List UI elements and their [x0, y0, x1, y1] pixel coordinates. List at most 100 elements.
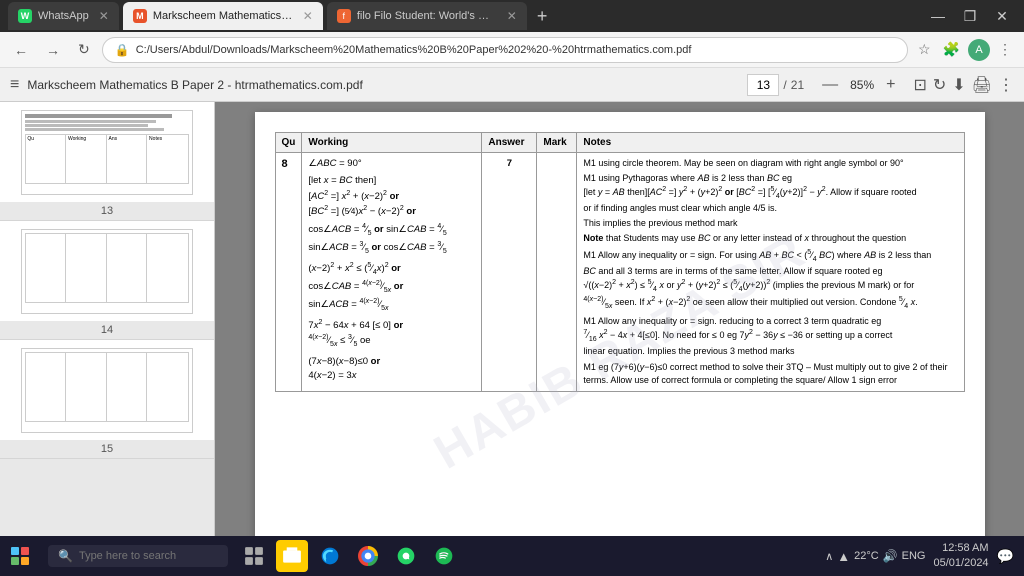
chrome-button[interactable] [352, 540, 384, 572]
col-header-answer: Answer [482, 133, 537, 153]
col-header-notes: Notes [577, 133, 964, 153]
marks-table: Qu Working Answer Mark Notes 8 ∠ABC = 90… [275, 132, 965, 392]
tab-close-filo[interactable]: ✕ [507, 9, 517, 23]
windows-icon [11, 547, 29, 565]
col-header-mark: Mark [537, 133, 577, 153]
start-button[interactable] [0, 536, 40, 576]
time-display: 12:58 AM [934, 541, 989, 556]
sidebar-page-15[interactable]: 15 [0, 340, 214, 459]
close-button[interactable]: ✕ [988, 6, 1016, 26]
cell-working: ∠ABC = 90° [let x = BC then] [AC2 =] x2 … [302, 153, 482, 392]
nav-toolbar: ← → ↻ 🔒 C:/Users/Abdul/Downloads/Marksch… [0, 32, 1024, 68]
search-icon: 🔍 [58, 549, 73, 563]
pdf-fit-button[interactable]: ⊡ [913, 75, 926, 95]
extensions-button[interactable]: 🧩 [939, 39, 964, 60]
content-area: Qu Working Ans Notes 13 [0, 102, 1024, 537]
tab-close-whatsapp[interactable]: ✕ [99, 9, 109, 23]
bookmark-button[interactable]: ☆ [914, 39, 935, 60]
pdf-print-button[interactable]: 🖨 [972, 75, 992, 95]
pdf-more-button[interactable]: ⋮ [998, 75, 1014, 95]
col-header-qu: Qu [275, 133, 302, 153]
cell-mark [537, 153, 577, 392]
system-tray: ∧ ▲ 22°C 🔊 ENG [825, 549, 925, 564]
back-button[interactable]: ← [8, 40, 34, 60]
sidebar-thumb-13: Qu Working Ans Notes [0, 102, 214, 202]
new-tab-button[interactable]: + [537, 6, 548, 27]
thumb-preview-14 [21, 229, 192, 314]
tab-favicon-filo: f [337, 9, 351, 23]
toolbar-actions: ☆ 🧩 A ⋮ [914, 39, 1016, 61]
pdf-page-input[interactable] [747, 74, 779, 96]
tab-filo[interactable]: f filo Filo Student: World's Only | ✕ [327, 2, 527, 30]
pdf-page-total: 21 [791, 78, 804, 92]
tab-close-markscheme[interactable]: ✕ [303, 9, 313, 23]
pdf-title: Markscheem Mathematics B Paper 2 - htrma… [27, 78, 362, 92]
thumb-preview-13: Qu Working Ans Notes [21, 110, 192, 195]
profile-button[interactable]: A [968, 39, 990, 61]
taskbar-app-icons [238, 540, 460, 572]
pdf-zoom-in-button[interactable]: + [886, 76, 895, 94]
clock[interactable]: 12:58 AM 05/01/2024 [934, 541, 989, 572]
taskbar-right: ∧ ▲ 22°C 🔊 ENG 12:58 AM 05/01/2024 💬 [825, 541, 1024, 572]
window-controls: — ❐ ✕ [924, 6, 1016, 26]
temp-value: 22°C [854, 550, 879, 562]
tab-favicon-whatsapp: W [18, 9, 32, 23]
wifi-icon[interactable]: ▲ [837, 549, 850, 564]
tab-label-filo: filo Filo Student: World's Only | [357, 10, 497, 22]
tab-markscheme[interactable]: M Markscheem Mathematics B Pa... ✕ [123, 2, 323, 30]
edge-button[interactable] [314, 540, 346, 572]
pdf-menu-button[interactable]: ≡ [10, 76, 19, 94]
sidebar-num-15: 15 [0, 440, 214, 458]
address-lock-icon: 🔒 [115, 43, 130, 57]
whatsapp-button[interactable] [390, 540, 422, 572]
minimize-button[interactable]: — [924, 6, 952, 26]
tab-label-markscheme: Markscheem Mathematics B Pa... [153, 10, 293, 22]
address-text: C:/Users/Abdul/Downloads/Markscheem%20Ma… [136, 44, 895, 56]
sidebar-page-14[interactable]: 14 [0, 221, 214, 340]
pdf-page-separator: / [783, 78, 786, 92]
volume-icon[interactable]: 🔊 [883, 549, 898, 563]
pdf-right-actions: ⊡ ↻ ⬇ 🖨 ⋮ [913, 75, 1014, 95]
sidebar-thumb-15 [0, 340, 214, 440]
taskbar: 🔍 ∧ ▲ 22°C 🔊 ENG [0, 536, 1024, 576]
cell-answer: 7 [482, 153, 537, 392]
sidebar-page-13[interactable]: Qu Working Ans Notes 13 [0, 102, 214, 221]
pdf-sidebar: Qu Working Ans Notes 13 [0, 102, 215, 537]
temperature-display: 22°C [854, 550, 879, 562]
title-bar: W WhatsApp ✕ M Markscheem Mathematics B … [0, 0, 1024, 32]
pdf-download-button[interactable]: ⬇ [952, 75, 965, 95]
search-input[interactable] [79, 550, 209, 562]
pdf-page-info: / 21 [747, 74, 804, 96]
forward-button[interactable]: → [40, 40, 66, 60]
pdf-page: HABIB RAZA SIR Qu Working Answer Mark No… [255, 112, 985, 537]
address-bar[interactable]: 🔒 C:/Users/Abdul/Downloads/Markscheem%20… [102, 37, 908, 63]
cell-notes: M1 using circle theorem. May be seen on … [577, 153, 964, 392]
pdf-toolbar: ≡ Markscheem Mathematics B Paper 2 - htr… [0, 68, 1024, 102]
taskbar-search[interactable]: 🔍 [48, 545, 228, 567]
reload-button[interactable]: ↻ [72, 39, 96, 60]
network-icon[interactable]: ∧ [825, 550, 833, 563]
more-button[interactable]: ⋮ [994, 39, 1016, 60]
col-header-working: Working [302, 133, 482, 153]
tab-favicon-markscheme: M [133, 9, 147, 23]
pdf-zoom-out-button[interactable]: — [822, 76, 838, 94]
sidebar-num-13: 13 [0, 202, 214, 220]
pdf-content-area[interactable]: HABIB RAZA SIR Qu Working Answer Mark No… [215, 102, 1024, 537]
notification-button[interactable]: 💬 [997, 548, 1014, 565]
sidebar-num-14: 14 [0, 321, 214, 339]
tab-whatsapp[interactable]: W WhatsApp ✕ [8, 2, 119, 30]
file-explorer-button[interactable] [276, 540, 308, 572]
table-row: 8 ∠ABC = 90° [let x = BC then] [AC2 =] x… [275, 153, 964, 392]
sidebar-thumb-14 [0, 221, 214, 321]
pdf-refresh-button[interactable]: ↻ [933, 75, 946, 95]
language-indicator[interactable]: ENG [902, 550, 926, 562]
spotify-button[interactable] [428, 540, 460, 572]
pdf-zoom-controls: — 85% + [822, 76, 895, 94]
date-display: 05/01/2024 [934, 556, 989, 571]
browser-window: W WhatsApp ✕ M Markscheem Mathematics B … [0, 0, 1024, 537]
pdf-zoom-value: 85% [842, 78, 882, 92]
tab-label-whatsapp: WhatsApp [38, 10, 89, 22]
cell-qu: 8 [275, 153, 302, 392]
taskview-button[interactable] [238, 540, 270, 572]
maximize-button[interactable]: ❐ [956, 6, 984, 26]
